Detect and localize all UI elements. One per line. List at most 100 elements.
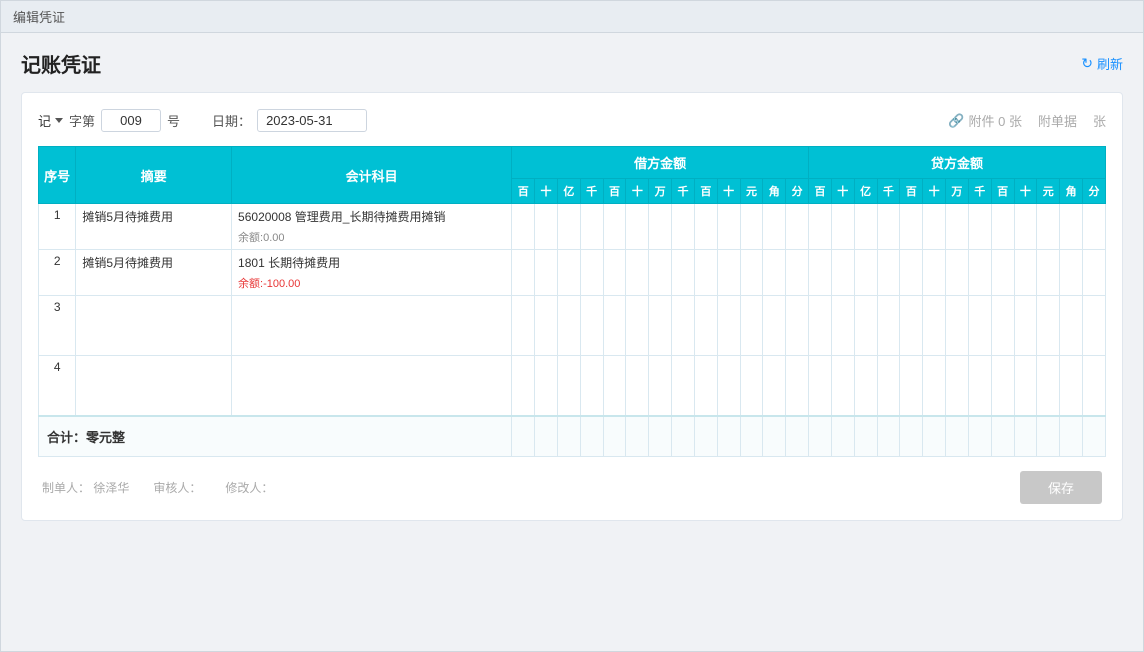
debit-cell-2-12[interactable] — [786, 296, 809, 356]
debit-cell-0-2[interactable] — [557, 204, 580, 250]
debit-cell-1-9[interactable] — [717, 250, 740, 296]
debit-cell-1-7[interactable] — [672, 250, 695, 296]
credit-cell-0-24[interactable] — [1060, 204, 1083, 250]
debit-cell-2-8[interactable] — [694, 296, 717, 356]
credit-cell-1-17[interactable] — [900, 250, 923, 296]
debit-cell-2-11[interactable] — [763, 296, 786, 356]
debit-cell-1-10[interactable] — [740, 250, 763, 296]
row-summary-4[interactable] — [76, 356, 232, 416]
debit-cell-1-6[interactable] — [649, 250, 672, 296]
credit-cell-0-15[interactable] — [854, 204, 877, 250]
credit-cell-1-18[interactable] — [923, 250, 946, 296]
credit-cell-3-21[interactable] — [991, 356, 1014, 416]
credit-cell-3-16[interactable] — [877, 356, 900, 416]
debit-cell-3-5[interactable] — [626, 356, 649, 416]
credit-cell-2-23[interactable] — [1037, 296, 1060, 356]
debit-cell-3-7[interactable] — [672, 356, 695, 416]
credit-cell-2-18[interactable] — [923, 296, 946, 356]
date-input[interactable] — [257, 109, 367, 132]
debit-cell-2-9[interactable] — [717, 296, 740, 356]
voucher-number-input[interactable] — [101, 109, 161, 132]
credit-cell-3-13[interactable] — [809, 356, 832, 416]
table-row[interactable]: 2摊销5月待摊费用1801 长期待摊费用余额:-100.00 — [39, 250, 1106, 296]
row-account-2[interactable]: 1801 长期待摊费用余额:-100.00 — [232, 250, 512, 296]
debit-cell-1-3[interactable] — [580, 250, 603, 296]
debit-cell-2-0[interactable] — [512, 296, 535, 356]
debit-cell-2-5[interactable] — [626, 296, 649, 356]
credit-cell-2-16[interactable] — [877, 296, 900, 356]
credit-cell-3-15[interactable] — [854, 356, 877, 416]
credit-cell-1-22[interactable] — [1014, 250, 1037, 296]
credit-cell-3-18[interactable] — [923, 356, 946, 416]
debit-cell-1-8[interactable] — [694, 250, 717, 296]
table-row[interactable]: 4 — [39, 356, 1106, 416]
debit-cell-0-3[interactable] — [580, 204, 603, 250]
credit-cell-3-20[interactable] — [968, 356, 991, 416]
credit-cell-2-15[interactable] — [854, 296, 877, 356]
debit-cell-3-1[interactable] — [535, 356, 558, 416]
row-account-4[interactable] — [232, 356, 512, 416]
debit-cell-3-4[interactable] — [603, 356, 626, 416]
debit-cell-2-6[interactable] — [649, 296, 672, 356]
row-account-1[interactable]: 56020008 管理费用_长期待摊费用摊销余额:0.00 — [232, 204, 512, 250]
debit-cell-3-2[interactable] — [557, 356, 580, 416]
credit-cell-1-19[interactable] — [946, 250, 969, 296]
debit-cell-2-2[interactable] — [557, 296, 580, 356]
attachment-link[interactable]: 附单据 — [1038, 111, 1077, 130]
debit-cell-3-11[interactable] — [763, 356, 786, 416]
debit-cell-3-0[interactable] — [512, 356, 535, 416]
voucher-type-select[interactable]: 记 — [38, 111, 63, 130]
credit-cell-2-14[interactable] — [831, 296, 854, 356]
debit-cell-0-8[interactable] — [694, 204, 717, 250]
credit-cell-3-24[interactable] — [1060, 356, 1083, 416]
debit-cell-3-3[interactable] — [580, 356, 603, 416]
debit-cell-2-4[interactable] — [603, 296, 626, 356]
row-account-3[interactable] — [232, 296, 512, 356]
row-summary-3[interactable] — [76, 296, 232, 356]
credit-cell-2-13[interactable] — [809, 296, 832, 356]
credit-cell-2-21[interactable] — [991, 296, 1014, 356]
credit-cell-1-25[interactable] — [1082, 250, 1105, 296]
debit-cell-2-10[interactable] — [740, 296, 763, 356]
debit-cell-3-8[interactable] — [694, 356, 717, 416]
debit-cell-0-12[interactable] — [786, 204, 809, 250]
credit-cell-3-17[interactable] — [900, 356, 923, 416]
credit-cell-0-20[interactable] — [968, 204, 991, 250]
debit-cell-0-1[interactable] — [535, 204, 558, 250]
debit-cell-1-0[interactable] — [512, 250, 535, 296]
credit-cell-0-13[interactable] — [809, 204, 832, 250]
credit-cell-3-14[interactable] — [831, 356, 854, 416]
credit-cell-1-15[interactable] — [854, 250, 877, 296]
row-summary-1[interactable]: 摊销5月待摊费用 — [76, 204, 232, 250]
debit-cell-0-0[interactable] — [512, 204, 535, 250]
debit-cell-3-12[interactable] — [786, 356, 809, 416]
credit-cell-2-19[interactable] — [946, 296, 969, 356]
save-button[interactable]: 保存 — [1020, 471, 1102, 504]
credit-cell-1-24[interactable] — [1060, 250, 1083, 296]
credit-cell-1-16[interactable] — [877, 250, 900, 296]
credit-cell-3-19[interactable] — [946, 356, 969, 416]
credit-cell-0-21[interactable] — [991, 204, 1014, 250]
credit-cell-2-20[interactable] — [968, 296, 991, 356]
credit-cell-0-22[interactable] — [1014, 204, 1037, 250]
debit-cell-1-12[interactable] — [786, 250, 809, 296]
credit-cell-2-24[interactable] — [1060, 296, 1083, 356]
table-row[interactable]: 1摊销5月待摊费用56020008 管理费用_长期待摊费用摊销余额:0.00 — [39, 204, 1106, 250]
credit-cell-3-22[interactable] — [1014, 356, 1037, 416]
debit-cell-0-6[interactable] — [649, 204, 672, 250]
debit-cell-0-11[interactable] — [763, 204, 786, 250]
credit-cell-0-17[interactable] — [900, 204, 923, 250]
debit-cell-1-2[interactable] — [557, 250, 580, 296]
debit-cell-1-4[interactable] — [603, 250, 626, 296]
credit-cell-2-17[interactable] — [900, 296, 923, 356]
credit-cell-3-23[interactable] — [1037, 356, 1060, 416]
debit-cell-0-5[interactable] — [626, 204, 649, 250]
debit-cell-0-4[interactable] — [603, 204, 626, 250]
debit-cell-2-3[interactable] — [580, 296, 603, 356]
debit-cell-0-10[interactable] — [740, 204, 763, 250]
credit-cell-1-13[interactable] — [809, 250, 832, 296]
credit-cell-0-16[interactable] — [877, 204, 900, 250]
credit-cell-1-14[interactable] — [831, 250, 854, 296]
credit-cell-3-25[interactable] — [1082, 356, 1105, 416]
row-summary-2[interactable]: 摊销5月待摊费用 — [76, 250, 232, 296]
